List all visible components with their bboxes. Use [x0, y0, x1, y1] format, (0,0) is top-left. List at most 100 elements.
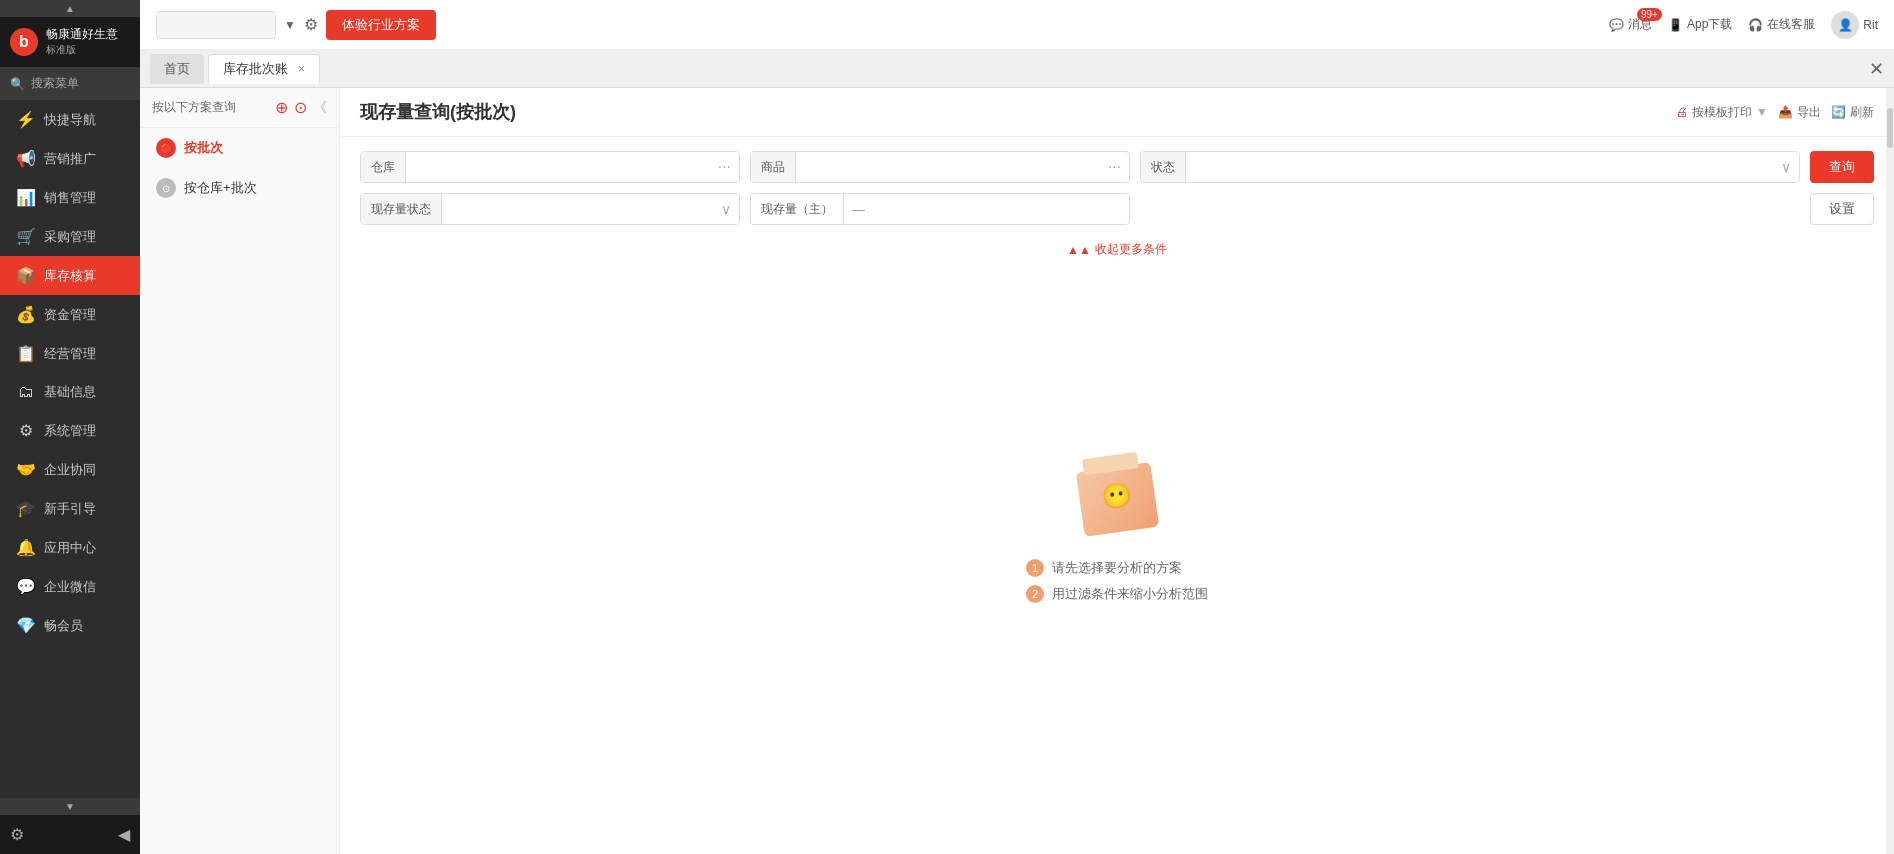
sidebar-item-3[interactable]: 🛒 采购管理: [0, 217, 140, 256]
collapse-up-icon: ▲▲: [1067, 243, 1091, 257]
close-tab-btn[interactable]: ✕: [1869, 58, 1884, 80]
scheme-settings-icon[interactable]: ⊙: [294, 98, 307, 117]
topbar-gear-icon[interactable]: ⚙: [304, 15, 318, 34]
right-scrollbar[interactable]: [1886, 88, 1894, 854]
nav-icon-4: 📦: [16, 266, 36, 285]
status-input[interactable]: ∨: [1186, 159, 1799, 175]
app-title-block: 畅康通好生意 标准版: [46, 27, 118, 57]
app-download-label: App下载: [1687, 16, 1732, 33]
scheme-icon-warehouse: ⊙: [156, 178, 176, 198]
tab-close-icon[interactable]: ×: [298, 62, 305, 76]
empty-illustration: 😶: [1067, 449, 1167, 539]
tip-text-2: 用过滤条件来缩小分析范围: [1052, 585, 1208, 603]
settings-icon[interactable]: ⚙: [10, 825, 24, 844]
messages-btn[interactable]: 💬 消息 99+: [1609, 16, 1652, 33]
filter-collapse-btn[interactable]: ▲▲ 收起更多条件: [360, 235, 1874, 264]
left-panel-actions: ⊕ ⊙ 《: [275, 98, 327, 117]
dropdown-arrow-icon[interactable]: ▼: [284, 18, 296, 32]
scheme-item-batch[interactable]: 🔴 按批次: [140, 128, 339, 168]
empty-tip-1: 1 请先选择要分析的方案: [1026, 559, 1208, 577]
sidebar-item-7[interactable]: 🗂基础信息: [0, 373, 140, 411]
print-icon: 🖨: [1676, 105, 1688, 119]
nav-icon-9: 🤝: [16, 460, 36, 479]
add-scheme-icon[interactable]: ⊕: [275, 98, 288, 117]
app-title: 畅康通好生意: [46, 27, 118, 43]
empty-tip-2: 2 用过滤条件来缩小分析范围: [1026, 585, 1208, 603]
warehouse-input[interactable]: ···: [406, 158, 739, 176]
scrollbar-thumb: [1887, 108, 1893, 148]
status-filter[interactable]: 状态 ∨: [1140, 151, 1800, 183]
filter-row-2: 现存量状态 ∨ 现存量（主） — 设置: [360, 193, 1874, 225]
search-label: 搜索菜单: [31, 75, 79, 92]
sidebar-item-9[interactable]: 🤝企业协同: [0, 450, 140, 489]
stock-status-filter[interactable]: 现存量状态 ∨: [360, 193, 740, 225]
left-panel-title: 按以下方案查询: [152, 99, 236, 116]
warehouse-label: 仓库: [361, 152, 406, 182]
nav-label-3: 采购管理: [44, 228, 96, 246]
warehouse-filter[interactable]: 仓库 ···: [360, 151, 740, 183]
page-header: 现存量查询(按批次) 🖨 按模板打印 ▼ 📤 导出 🔄 刷新: [340, 88, 1894, 137]
topbar-right: 💬 消息 99+ 📱 App下载 🎧 在线客服 👤 Rit: [1609, 11, 1878, 39]
user-menu[interactable]: 👤 Rit: [1831, 11, 1878, 39]
sidebar-item-12[interactable]: 💬企业微信: [0, 567, 140, 606]
stock-status-input[interactable]: ∨: [442, 201, 739, 217]
nav-label-5: 资金管理: [44, 306, 96, 324]
sidebar-item-5[interactable]: 💰资金管理: [0, 295, 140, 334]
collapse-panel-icon[interactable]: 《: [313, 99, 327, 117]
sidebar-scroll-up[interactable]: ▲: [0, 0, 140, 17]
sidebar-item-4[interactable]: 📦库存核算: [0, 256, 140, 295]
empty-tips: 1 请先选择要分析的方案 2 用过滤条件来缩小分析范围: [1026, 559, 1208, 603]
sidebar-item-10[interactable]: 🎓新手引导: [0, 489, 140, 528]
export-btn[interactable]: 📤 导出: [1778, 104, 1821, 121]
sidebar-item-1[interactable]: 📢营销推广: [0, 139, 140, 178]
nav-label-13: 畅会员: [44, 617, 83, 635]
sidebar-item-0[interactable]: ⚡快捷导航: [0, 100, 140, 139]
nav-icon-12: 💬: [16, 577, 36, 596]
tab-home[interactable]: 首页: [150, 54, 204, 84]
export-label: 导出: [1797, 104, 1821, 121]
scheme-item-warehouse-batch[interactable]: ⊙ 按仓库+批次: [140, 168, 339, 208]
nav-icon-3: 🛒: [16, 227, 36, 246]
stock-qty-label: 现存量（主）: [750, 193, 843, 225]
print-label: 按模板打印: [1692, 104, 1752, 121]
sidebar-item-11[interactable]: 🔔应用中心: [0, 528, 140, 567]
product-input[interactable]: ···: [796, 158, 1129, 176]
tab-stock-batch[interactable]: 库存批次账 ×: [208, 54, 320, 84]
topbar-left: ▼ ⚙ 体验行业方案: [156, 10, 1599, 40]
settings-btn[interactable]: 设置: [1810, 193, 1874, 225]
sidebar-scroll-down[interactable]: ▼: [0, 798, 140, 815]
user-avatar: 👤: [1831, 11, 1859, 39]
sidebar-search[interactable]: 🔍 搜索菜单: [0, 67, 140, 100]
tip-num-1: 1: [1026, 559, 1044, 577]
nav-icon-10: 🎓: [16, 499, 36, 518]
nav-label-7: 基础信息: [44, 383, 96, 401]
product-filter[interactable]: 商品 ···: [750, 151, 1130, 183]
messages-badge: 99+: [1637, 8, 1662, 21]
sidebar-item-8[interactable]: ⚙系统管理: [0, 411, 140, 450]
left-panel-header: 按以下方案查询 ⊕ ⊙ 《: [140, 88, 339, 128]
online-service-btn[interactable]: 🎧 在线客服: [1748, 16, 1815, 33]
nav-icon-6: 📋: [16, 344, 36, 363]
topbar-search-box[interactable]: [156, 11, 276, 39]
experience-btn[interactable]: 体验行业方案: [326, 10, 436, 40]
nav-icon-11: 🔔: [16, 538, 36, 557]
sidebar-item-13[interactable]: 💎 畅会员: [0, 606, 140, 645]
refresh-btn[interactable]: 🔄 刷新: [1831, 104, 1874, 121]
search-icon: 🔍: [10, 77, 25, 91]
collapse-icon[interactable]: ◀: [118, 825, 130, 844]
app-download-btn[interactable]: 📱 App下载: [1668, 16, 1732, 33]
sidebar-item-2[interactable]: 📊销售管理: [0, 178, 140, 217]
filter-row-1: 仓库 ··· 商品 ··· 状态 ∨: [360, 151, 1874, 183]
nav-icon-0: ⚡: [16, 110, 36, 129]
sidebar-item-6[interactable]: 📋经营管理: [0, 334, 140, 373]
sidebar-header: b 畅康通好生意 标准版: [0, 17, 140, 67]
stock-qty-filter[interactable]: 现存量（主） —: [750, 193, 1130, 225]
nav-icon-1: 📢: [16, 149, 36, 168]
print-btn[interactable]: 🖨 按模板打印 ▼: [1676, 104, 1768, 121]
scheme-icon-batch: 🔴: [156, 138, 176, 158]
nav-icon-13: 💎: [16, 616, 36, 635]
query-btn[interactable]: 查询: [1810, 151, 1874, 183]
print-dropdown-icon[interactable]: ▼: [1756, 105, 1768, 119]
page-title: 现存量查询(按批次): [360, 100, 516, 124]
page-header-actions: 🖨 按模板打印 ▼ 📤 导出 🔄 刷新: [1676, 104, 1874, 121]
